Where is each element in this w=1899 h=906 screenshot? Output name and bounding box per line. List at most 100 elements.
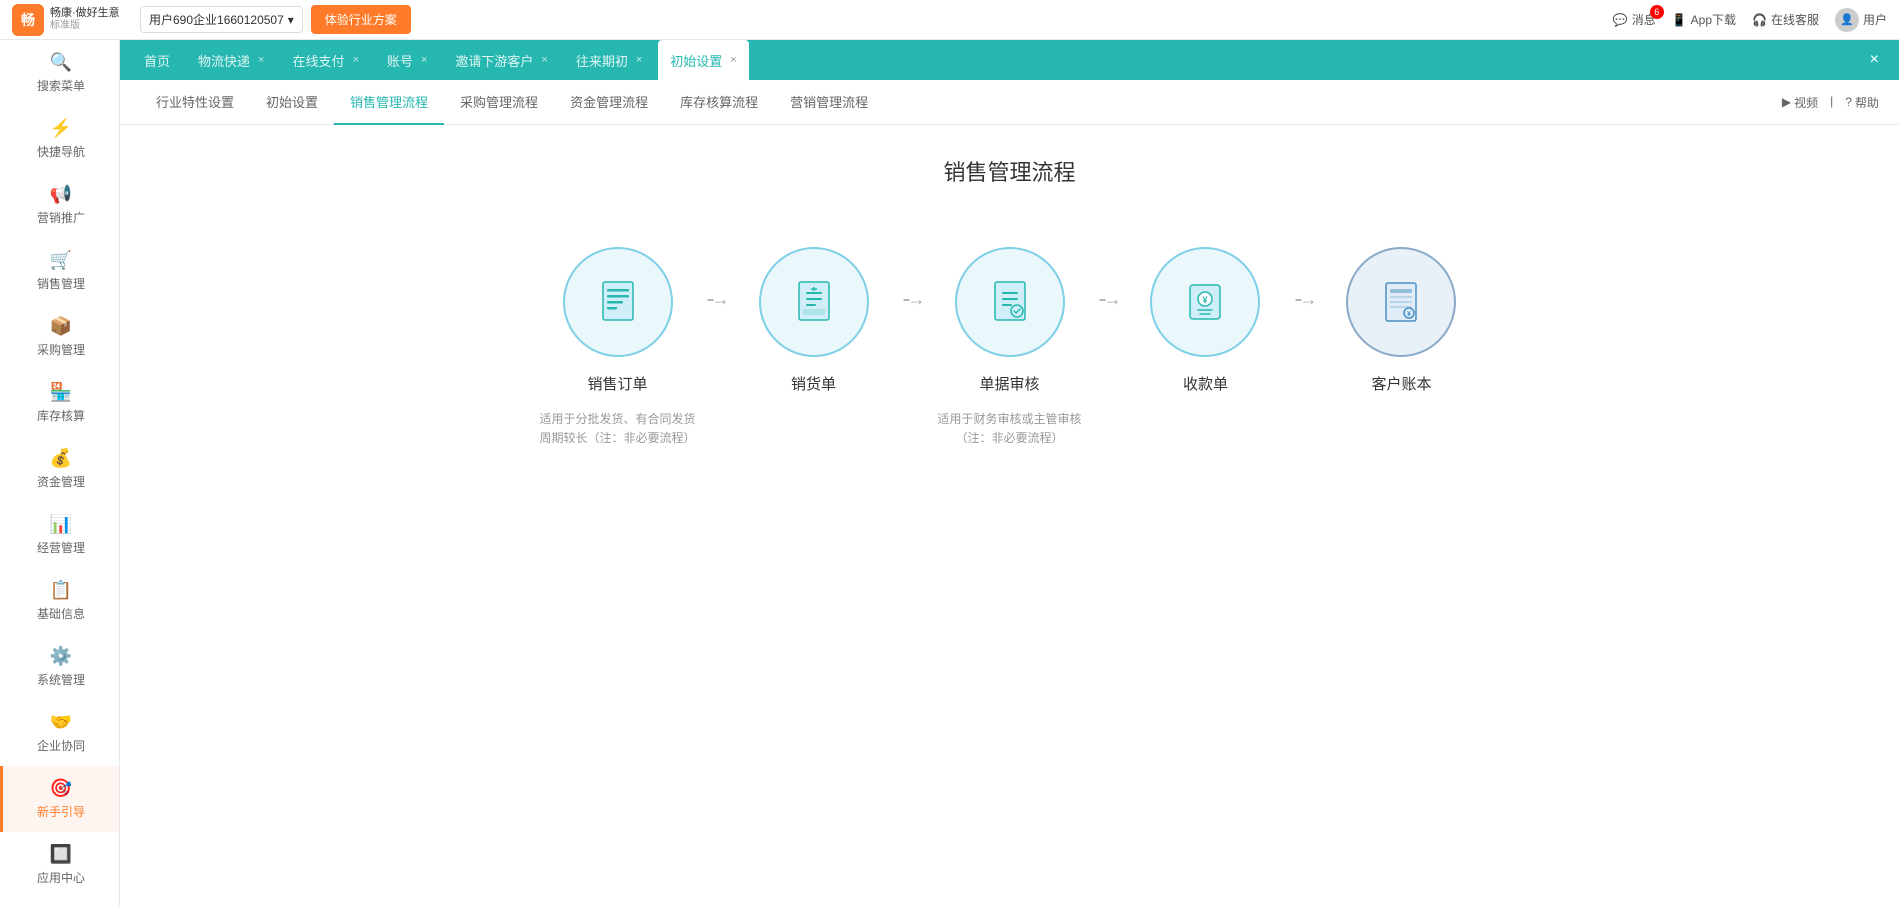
sidebar-item-operations[interactable]: 📊 经营管理 — [0, 502, 119, 568]
sidebar-item-appcenter[interactable]: 🔲 应用中心 — [0, 832, 119, 898]
chart-icon: 📊 — [50, 514, 72, 535]
sidebar-label-guide: 新手引导 — [37, 803, 85, 820]
sub-tab-finance-flow-label: 资金管理流程 — [570, 95, 648, 110]
sub-tab-industry[interactable]: 行业特性设置 — [140, 80, 250, 125]
sub-tab-purchase-flow[interactable]: 采购管理流程 — [444, 80, 554, 125]
sidebar-item-purchase[interactable]: 📦 采购管理 — [0, 304, 119, 370]
sub-tab-initial[interactable]: 初始设置 — [250, 80, 334, 125]
main-container: 🔍 搜索菜单 ⚡ 快捷导航 📢 营销推广 🛒 销售管理 📦 采购管理 🏪 库存核… — [0, 40, 1899, 906]
box-icon: 📦 — [50, 316, 72, 337]
clipboard-icon: 📋 — [50, 580, 72, 601]
flow-circle-receipt[interactable]: ¥ — [1150, 247, 1260, 357]
flow-arrow-1: ···→ — [698, 289, 734, 310]
flow-circle-invoice[interactable] — [759, 247, 869, 357]
video-label: 视频 — [1794, 94, 1818, 111]
flow-container: 销售管理流程 销售订单 — [120, 125, 1899, 478]
flow-steps: 销售订单 适用于分批发货、有合同发货周期较长（注：非必要流程） ···→ — [160, 247, 1859, 448]
message-action[interactable]: 💬 消息 6 — [1613, 11, 1656, 28]
sidebar-item-system[interactable]: ⚙️ 系统管理 — [0, 634, 119, 700]
megaphone-icon: 📢 — [50, 184, 72, 205]
svg-text:¥: ¥ — [1408, 311, 1412, 318]
sub-tab-marketing-flow[interactable]: 营销管理流程 — [774, 80, 884, 125]
tab-home[interactable]: 首页 — [132, 40, 182, 80]
tab-invite-close[interactable]: × — [541, 54, 547, 66]
tab-account-label: 账号 — [387, 51, 413, 70]
logo-line2: 标准版 — [50, 20, 120, 32]
help-action[interactable]: ? 帮助 — [1845, 94, 1879, 111]
sidebar-item-marketing[interactable]: 📢 营销推广 — [0, 172, 119, 238]
tab-account-close[interactable]: × — [421, 54, 427, 66]
sub-tabs: 行业特性设置 初始设置 销售管理流程 采购管理流程 资金管理流程 库存核算流程 — [120, 80, 1899, 125]
sub-tab-inventory-flow-label: 库存核算流程 — [680, 95, 758, 110]
flow-step-audit: 单据审核 适用于财务审核或主管审核（注：非必要流程） — [930, 247, 1090, 448]
tab-invite[interactable]: 邀请下游客户 × — [443, 40, 559, 80]
flow-circle-ledger[interactable]: ¥ — [1346, 247, 1456, 357]
sub-tab-finance-flow[interactable]: 资金管理流程 — [554, 80, 664, 125]
grid-icon: 🔲 — [50, 844, 72, 865]
sub-tab-sales-flow-label: 销售管理流程 — [350, 95, 428, 110]
sidebar-label-purchase: 采购管理 — [37, 341, 85, 358]
target-icon: 🎯 — [50, 778, 72, 799]
sidebar-item-guide[interactable]: 🎯 新手引导 — [0, 766, 119, 832]
logo-area: 畅 畅康·做好生意 标准版 — [12, 4, 132, 36]
money-icon: 💰 — [50, 448, 72, 469]
step-name-audit: 单据审核 — [979, 373, 1039, 394]
content-area: 首页 物流快递 × 在线支付 × 账号 × 邀请下游客户 × 往来期初 × — [120, 40, 1899, 906]
sidebar-label-marketing: 营销推广 — [37, 209, 85, 226]
search-icon: 🔍 — [50, 52, 72, 73]
tab-period[interactable]: 往来期初 × — [564, 40, 654, 80]
play-icon: ▶ — [1782, 95, 1791, 109]
tab-payment[interactable]: 在线支付 × — [280, 40, 370, 80]
sub-tab-actions: ▶ 视频 | ? 帮助 — [1782, 94, 1879, 111]
tab-invite-label: 邀请下游客户 — [455, 51, 533, 70]
sidebar-item-search[interactable]: 🔍 搜索菜单 — [0, 40, 119, 106]
sidebar-item-sales[interactable]: 🛒 销售管理 — [0, 238, 119, 304]
tab-payment-label: 在线支付 — [292, 51, 344, 70]
tab-initial-settings-close[interactable]: × — [730, 54, 736, 66]
help-label: 帮助 — [1855, 94, 1879, 111]
step-name-invoice: 销货单 — [791, 373, 836, 394]
sidebar-item-inventory[interactable]: 🏪 库存核算 — [0, 370, 119, 436]
tab-initial-settings[interactable]: 初始设置 × — [658, 40, 748, 80]
flow-step-sales-order: 销售订单 适用于分批发货、有合同发货周期较长（注：非必要流程） — [538, 247, 698, 448]
nav-close-btn[interactable]: × — [1862, 51, 1887, 69]
flow-step-invoice: 销货单 — [734, 247, 894, 410]
flow-circle-sales-order[interactable] — [563, 247, 673, 357]
svg-text:¥: ¥ — [1203, 295, 1208, 305]
page-title: 销售管理流程 — [943, 155, 1075, 187]
tab-logistics[interactable]: 物流快递 × — [186, 40, 276, 80]
sub-tab-initial-label: 初始设置 — [266, 95, 318, 110]
nav-tabs: 首页 物流快递 × 在线支付 × 账号 × 邀请下游客户 × 往来期初 × — [120, 40, 1899, 80]
top-bar: 畅 畅康·做好生意 标准版 用户690企业1660120507 ▾ 体验行业方案… — [0, 0, 1899, 40]
step-desc-audit: 适用于财务审核或主管审核（注：非必要流程） — [930, 410, 1090, 448]
sub-tab-marketing-flow-label: 营销管理流程 — [790, 95, 868, 110]
sidebar-label-basic: 基础信息 — [37, 605, 85, 622]
customer-service-action[interactable]: 🎧 在线客服 — [1752, 11, 1819, 28]
sidebar-label-search: 搜索菜单 — [37, 77, 85, 94]
tab-logistics-close[interactable]: × — [258, 54, 264, 66]
sidebar-item-finance[interactable]: 💰 资金管理 — [0, 436, 119, 502]
flow-arrow-2: ···→ — [894, 289, 930, 310]
tab-payment-close[interactable]: × — [352, 54, 358, 66]
sub-tab-inventory-flow[interactable]: 库存核算流程 — [664, 80, 774, 125]
app-download-action[interactable]: 📱 App下载 — [1672, 11, 1736, 28]
page-content: 行业特性设置 初始设置 销售管理流程 采购管理流程 资金管理流程 库存核算流程 — [120, 80, 1899, 906]
flow-circle-audit[interactable] — [955, 247, 1065, 357]
user-profile-action[interactable]: 👤 用户 — [1835, 8, 1887, 32]
tab-logistics-label: 物流快递 — [198, 51, 250, 70]
user-selector[interactable]: 用户690企业1660120507 ▾ — [140, 6, 303, 33]
sidebar-item-wechat[interactable]: 💬 企业微信 — [0, 898, 119, 906]
tab-initial-settings-label: 初始设置 — [670, 51, 722, 70]
sub-tab-sales-flow[interactable]: 销售管理流程 — [334, 80, 444, 125]
sidebar-label-quicknav: 快捷导航 — [37, 143, 85, 160]
lightning-icon: ⚡ — [50, 118, 72, 139]
trial-button[interactable]: 体验行业方案 — [311, 5, 411, 34]
app-icon: 📱 — [1672, 13, 1687, 27]
video-action[interactable]: ▶ 视频 — [1782, 94, 1818, 111]
tab-account[interactable]: 账号 × — [375, 40, 439, 80]
tab-period-close[interactable]: × — [636, 54, 642, 66]
sidebar-item-quicknav[interactable]: ⚡ 快捷导航 — [0, 106, 119, 172]
tab-home-label: 首页 — [144, 51, 170, 70]
sidebar-item-enterprise[interactable]: 🤝 企业协同 — [0, 700, 119, 766]
sidebar-item-basic[interactable]: 📋 基础信息 — [0, 568, 119, 634]
